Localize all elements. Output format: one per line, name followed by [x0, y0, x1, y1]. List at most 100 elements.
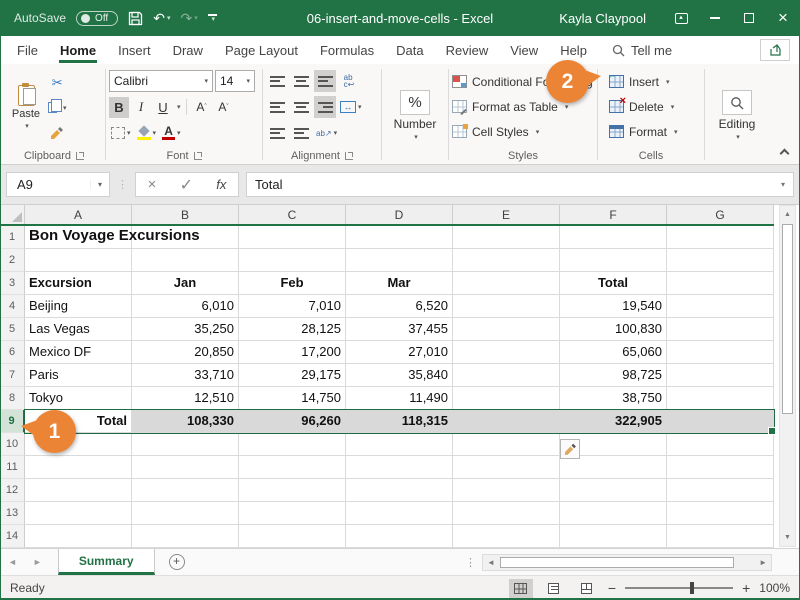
chevron-down-icon[interactable]: ▾ — [89, 180, 109, 189]
font-family-select[interactable]: Calibri ▾ — [109, 70, 213, 92]
sheet-cell[interactable] — [453, 479, 560, 502]
sheet-cell[interactable]: 65,060 — [560, 341, 667, 364]
sheet-tab-summary[interactable]: Summary — [57, 549, 155, 575]
row-header[interactable]: 4 — [0, 295, 25, 318]
sheet-cell[interactable]: 100,830 — [560, 318, 667, 341]
sheet-cell[interactable]: 118,315 — [346, 410, 453, 433]
row-header[interactable]: 7 — [0, 364, 25, 387]
sheet-cell[interactable]: Total — [560, 272, 667, 295]
sheet-cell[interactable] — [25, 525, 132, 548]
italic-button[interactable]: I — [131, 97, 151, 118]
scroll-left-icon[interactable]: ◄ — [483, 558, 499, 567]
ribbon-tab[interactable]: Home — [49, 38, 107, 63]
column-header[interactable]: D — [346, 205, 453, 224]
tell-me-search[interactable]: Tell me — [612, 43, 672, 58]
sheet-cell[interactable]: Jan — [132, 272, 239, 295]
fill-color-button[interactable]: ▾ — [135, 122, 159, 144]
sheet-cell[interactable] — [346, 479, 453, 502]
ribbon-tab[interactable]: Help — [549, 38, 598, 63]
column-header[interactable]: B — [132, 205, 239, 224]
sheet-cell[interactable] — [25, 456, 132, 479]
sheet-cell[interactable] — [132, 249, 239, 272]
row-header[interactable]: 5 — [0, 318, 25, 341]
sheet-cell[interactable]: Excursion — [25, 272, 132, 295]
delete-cells-button[interactable]: Delete▾ — [609, 94, 701, 119]
sheet-cell[interactable]: 11,490 — [346, 387, 453, 410]
sheet-cell[interactable]: 35,250 — [132, 318, 239, 341]
sheet-cell[interactable] — [25, 479, 132, 502]
sheet-cell[interactable]: Mar — [346, 272, 453, 295]
expand-formula-bar-icon[interactable]: ▾ — [781, 180, 785, 189]
sheet-nav-right-icon[interactable]: ► — [25, 557, 50, 567]
sheet-cell[interactable] — [453, 226, 560, 249]
sheet-cell[interactable] — [132, 502, 239, 525]
borders-button[interactable]: ▾ — [109, 122, 133, 144]
increase-indent-button[interactable] — [290, 122, 312, 144]
sheet-cell[interactable] — [453, 410, 560, 433]
sheet-cell[interactable]: Feb — [239, 272, 346, 295]
sheet-cell[interactable] — [132, 433, 239, 456]
sheet-cell[interactable]: Paris — [25, 364, 132, 387]
close-button[interactable]: × — [766, 0, 800, 36]
sheet-cell[interactable] — [667, 249, 774, 272]
user-name[interactable]: Kayla Claypool — [559, 11, 646, 26]
clipboard-dialog-launcher-icon[interactable] — [76, 152, 85, 160]
maximize-button[interactable] — [732, 0, 766, 36]
page-break-view-button[interactable] — [575, 579, 599, 598]
sheet-cell[interactable]: Tokyo — [25, 387, 132, 410]
sheet-cell[interactable] — [346, 456, 453, 479]
sheet-cell[interactable] — [667, 387, 774, 410]
zoom-slider-thumb[interactable] — [689, 582, 694, 594]
bottom-align-button[interactable] — [314, 70, 336, 92]
ribbon-tab[interactable]: Formulas — [309, 38, 385, 63]
insert-cells-button[interactable]: Insert▾ — [609, 69, 701, 94]
sheet-cell[interactable] — [560, 249, 667, 272]
editing-button[interactable]: Editing ▾ — [709, 90, 765, 141]
sheet-cell[interactable] — [346, 525, 453, 548]
sheet-cell[interactable]: 35,840 — [346, 364, 453, 387]
sheet-cell[interactable] — [560, 456, 667, 479]
horizontal-scrollbar[interactable]: ◄ ► — [482, 553, 772, 571]
formula-input[interactable]: Total ▾ — [246, 172, 794, 197]
sheet-nav-left-icon[interactable]: ◄ — [0, 557, 25, 567]
sheet-cell[interactable]: 108,330 — [132, 410, 239, 433]
align-center-button[interactable] — [290, 96, 312, 118]
sheet-cell[interactable] — [453, 525, 560, 548]
sheet-cell[interactable] — [453, 456, 560, 479]
sheet-cell[interactable] — [453, 341, 560, 364]
number-format-button[interactable]: % Number ▾ — [387, 90, 443, 141]
sheet-cell[interactable]: 19,540 — [560, 295, 667, 318]
horizontal-scroll-thumb[interactable] — [499, 556, 734, 568]
sheet-cell[interactable] — [560, 479, 667, 502]
row-header[interactable]: 11 — [0, 456, 25, 479]
sheet-cell[interactable] — [25, 249, 132, 272]
orientation-button[interactable]: ab↗ ▾ — [314, 122, 339, 144]
column-header[interactable]: F — [560, 205, 667, 224]
share-button[interactable] — [760, 39, 790, 61]
format-cells-button[interactable]: Format ▾ — [609, 119, 701, 144]
sheet-cell[interactable] — [453, 318, 560, 341]
scroll-down-icon[interactable]: ▼ — [780, 529, 795, 546]
sheet-cell[interactable] — [346, 433, 453, 456]
bold-button[interactable]: B — [109, 96, 129, 118]
cut-button[interactable]: ✂ — [46, 72, 69, 94]
sheet-cell[interactable] — [453, 502, 560, 525]
undo-button[interactable]: ↶ ▾ — [153, 10, 170, 27]
autosave-toggle[interactable]: Off — [76, 10, 119, 26]
sheet-cell[interactable] — [25, 502, 132, 525]
sheet-cell[interactable] — [667, 272, 774, 295]
scroll-up-icon[interactable]: ▲ — [780, 206, 795, 223]
ribbon-tab[interactable]: Data — [385, 38, 434, 63]
sheet-cell[interactable]: 37,455 — [346, 318, 453, 341]
row-header[interactable]: 12 — [0, 479, 25, 502]
sheet-cell[interactable]: 28,125 — [239, 318, 346, 341]
sheet-cell[interactable]: 96,260 — [239, 410, 346, 433]
insert-function-icon[interactable]: fx — [216, 177, 226, 192]
font-size-select[interactable]: 14 ▾ — [215, 70, 255, 92]
format-options-smart-tag[interactable] — [560, 439, 580, 459]
sheet-cell[interactable] — [239, 226, 346, 249]
decrease-indent-button[interactable] — [266, 122, 288, 144]
align-right-button[interactable] — [314, 96, 336, 118]
sheet-cell[interactable] — [667, 341, 774, 364]
sheet-cell[interactable] — [667, 318, 774, 341]
